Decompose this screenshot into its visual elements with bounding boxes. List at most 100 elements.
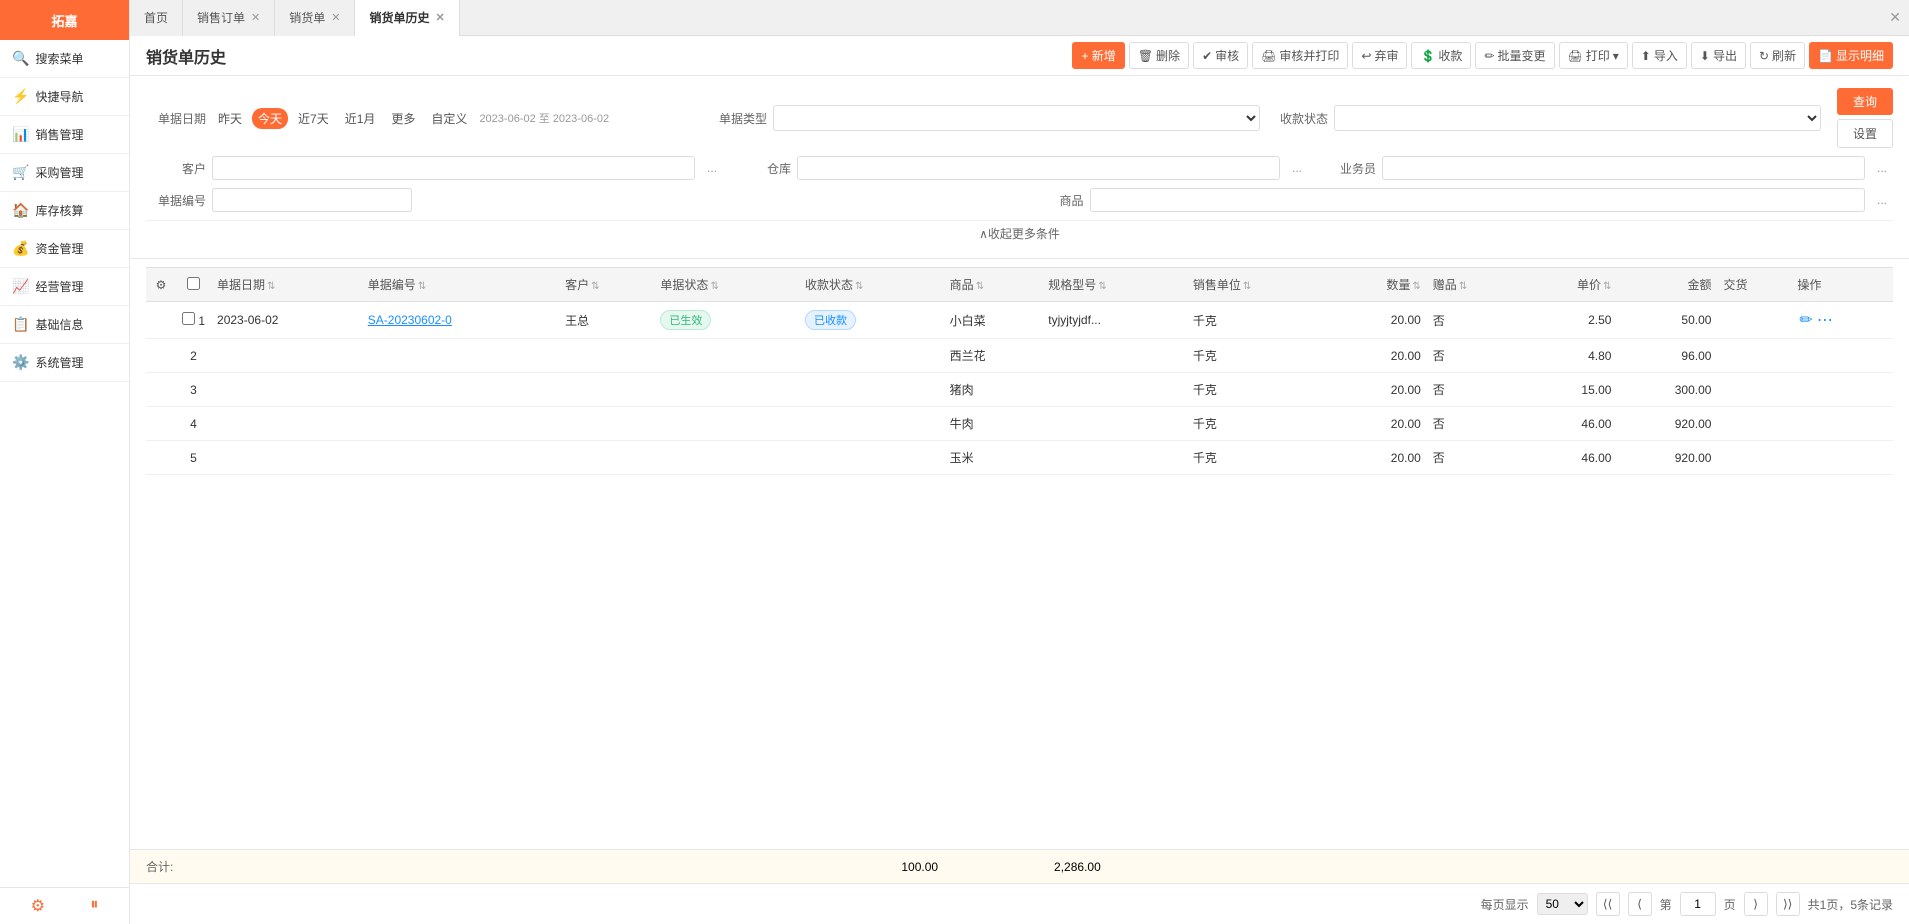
row-checkbox-3: 4 — [176, 407, 211, 441]
filter-collect-status-select[interactable] — [1334, 105, 1821, 131]
filter-area: 单据日期 昨天 今天 近7天 近1月 更多 自定义 2023-06-02 至 2… — [130, 76, 1909, 259]
sort-doc-date-icon: ⇅ — [267, 281, 275, 292]
sidebar-item-finance-mgmt[interactable]: 💰 资金管理 — [0, 230, 129, 268]
sidebar-bottom: ⚙ ⏸ — [0, 887, 129, 924]
date-shortcut-more[interactable]: 更多 — [385, 108, 421, 129]
col-settings[interactable]: ⚙ — [146, 268, 176, 302]
row-settings-4 — [146, 441, 176, 475]
action-edit-0[interactable]: ✏ — [1799, 312, 1812, 329]
col-goods[interactable]: 商品⇅ — [944, 268, 1043, 302]
next-page-button[interactable]: ⟩ — [1744, 892, 1768, 916]
filter-salesman-input[interactable] — [1382, 156, 1865, 180]
filter-doc-no-label: 单据编号 — [146, 192, 206, 209]
page-size-select[interactable]: 50 100 — [1537, 893, 1588, 915]
filter-doc-no-input[interactable] — [212, 188, 412, 212]
tab-sales-history-close[interactable]: ✕ — [436, 11, 445, 24]
sidebar-item-label: 快捷导航 — [35, 88, 83, 105]
filter-warehouse-ellipsis[interactable]: ... — [1286, 159, 1308, 177]
export-button[interactable]: ⬇ 导出 — [1691, 42, 1746, 69]
refresh-button[interactable]: ↻ 刷新 — [1750, 42, 1805, 69]
col-doc-no[interactable]: 单据编号⇅ — [362, 268, 559, 302]
summary-values: 100.00 2,286.00 — [181, 860, 1893, 874]
settings-bottom-icon[interactable]: ⚙ — [31, 896, 45, 916]
action-more-0[interactable]: ⋯ — [1817, 312, 1833, 329]
select-all-checkbox[interactable] — [187, 277, 200, 290]
pause-bottom-icon[interactable]: ⏸ — [90, 896, 98, 916]
batch-change-button[interactable]: ✏ 批量变更 — [1475, 42, 1554, 69]
date-shortcut-last7days[interactable]: 近7天 — [292, 108, 335, 129]
col-doc-date[interactable]: 单据日期⇅ — [211, 268, 362, 302]
row-doc-status-0: 已生效 — [654, 302, 799, 339]
audit-button[interactable]: ✔ 审核 — [1193, 42, 1248, 69]
query-button[interactable]: 查询 — [1837, 88, 1893, 115]
filter-doc-type-select[interactable] — [773, 105, 1260, 131]
tab-sales-order[interactable]: 销售订单 ✕ — [183, 0, 275, 36]
new-button[interactable]: + 新增 — [1072, 42, 1124, 69]
tab-home[interactable]: 首页 — [130, 0, 183, 36]
filter-customer-ellipsis[interactable]: ... — [701, 159, 723, 177]
print-button[interactable]: 🖨 打印 ▾ — [1559, 42, 1628, 69]
sidebar-item-system-mgmt[interactable]: ⚙️ 系统管理 — [0, 344, 129, 382]
date-shortcut-yesterday[interactable]: 昨天 — [212, 108, 248, 129]
row-spec-type-2 — [1042, 373, 1187, 407]
date-shortcut-last1month[interactable]: 近1月 — [339, 108, 382, 129]
sidebar-item-basic-info[interactable]: 📋 基础信息 — [0, 306, 129, 344]
search-menu-icon: 🔍 — [12, 50, 29, 67]
col-quantity[interactable]: 数量⇅ — [1331, 268, 1426, 302]
col-spec-type[interactable]: 规格型号⇅ — [1042, 268, 1187, 302]
first-page-button[interactable]: ⟨⟨ — [1596, 892, 1620, 916]
filter-goods-ellipsis[interactable]: ... — [1871, 191, 1893, 209]
filter-collapse-button[interactable]: ∧ 收起更多条件 — [146, 220, 1893, 246]
tab-sales-order-close[interactable]: ✕ — [251, 11, 260, 24]
sidebar-item-sales-mgmt[interactable]: 📊 销售管理 — [0, 116, 129, 154]
col-unit-price[interactable]: 单价⇅ — [1522, 268, 1617, 302]
filter-salesman-ellipsis[interactable]: ... — [1871, 159, 1893, 177]
date-shortcut-today[interactable]: 今天 — [252, 108, 288, 129]
sidebar-logo: 拓嘉 — [0, 0, 129, 40]
import-button[interactable]: ⬆ 导入 — [1632, 42, 1687, 69]
filter-customer-input[interactable] — [212, 156, 695, 180]
col-gift[interactable]: 赠品⇅ — [1427, 268, 1522, 302]
delete-icon: 🗑 — [1138, 49, 1153, 63]
sidebar-item-inventory-calc[interactable]: 🏠 库存核算 — [0, 192, 129, 230]
set-button[interactable]: 设置 — [1837, 119, 1893, 148]
prev-page-button[interactable]: ⟨ — [1628, 892, 1652, 916]
delete-button[interactable]: 🗑 删除 — [1129, 42, 1189, 69]
filter-goods-input[interactable] — [1090, 188, 1865, 212]
date-shortcut-custom[interactable]: 自定义 — [425, 108, 473, 129]
col-sales-unit[interactable]: 销售单位⇅ — [1187, 268, 1332, 302]
audit-print-button[interactable]: 🖨 审核并打印 — [1252, 42, 1348, 69]
sidebar-item-quick-nav[interactable]: ⚡ 快捷导航 — [0, 78, 129, 116]
table-row: 4 牛肉 千克 20.00 否 46.00 920.00 — [146, 407, 1893, 441]
show-detail-button[interactable]: 📄 显示明细 — [1809, 42, 1893, 69]
abandon-button[interactable]: ↩ 弃审 — [1352, 42, 1407, 69]
sidebar-item-label: 经营管理 — [35, 278, 83, 295]
row-doc-date-2 — [211, 373, 362, 407]
filter-doc-type-group: 单据类型 — [707, 105, 1260, 131]
last-page-button[interactable]: ⟩⟩ — [1776, 892, 1800, 916]
col-doc-status[interactable]: 单据状态⇅ — [654, 268, 799, 302]
row-customer-4 — [559, 441, 654, 475]
row-checkbox-input-0[interactable] — [182, 312, 195, 325]
col-collect-status[interactable]: 收款状态⇅ — [799, 268, 944, 302]
tab-sales-goods-close[interactable]: ✕ — [331, 11, 340, 24]
filter-warehouse-group: 仓库 ... — [731, 156, 1308, 180]
collect-button[interactable]: 💲 收款 — [1411, 42, 1471, 69]
col-amount[interactable]: 金额 — [1617, 268, 1717, 302]
col-customer[interactable]: 客户⇅ — [559, 268, 654, 302]
sidebar-item-search-menu[interactable]: 🔍 搜索菜单 — [0, 40, 129, 78]
tab-sales-history-label: 销货单历史 — [369, 9, 429, 26]
sort-spec-type-icon: ⇅ — [1098, 281, 1106, 292]
filter-warehouse-input[interactable] — [797, 156, 1280, 180]
sidebar-item-purchase-mgmt[interactable]: 🛒 采购管理 — [0, 154, 129, 192]
tab-sales-goods[interactable]: 销货单 ✕ — [275, 0, 355, 36]
close-all-tabs-button[interactable]: ✕ — [1889, 9, 1901, 26]
row-unit-price-3: 46.00 — [1522, 407, 1617, 441]
tab-sales-history[interactable]: 销货单历史 ✕ — [355, 0, 459, 36]
sidebar-item-ops-mgmt[interactable]: 📈 经营管理 — [0, 268, 129, 306]
doc-no-link-0[interactable]: SA-20230602-0 — [368, 313, 452, 327]
page-number-input[interactable] — [1680, 892, 1716, 916]
row-sales-unit-3: 千克 — [1187, 407, 1332, 441]
filter-customer-label: 客户 — [146, 160, 206, 177]
sort-gift-icon: ⇅ — [1459, 281, 1467, 292]
